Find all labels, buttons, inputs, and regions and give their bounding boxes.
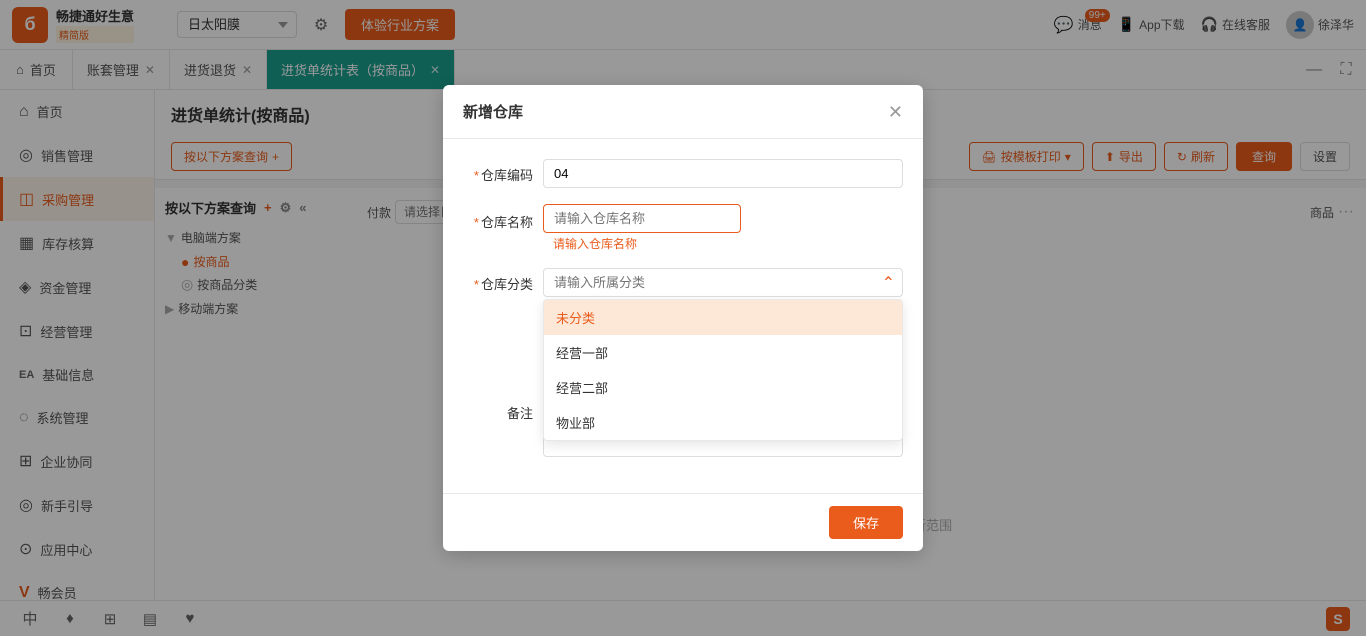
warehouse-name-row: 仓库名称 请输入仓库名称 [463,204,903,252]
remark-label: 备注 [463,397,543,422]
dropdown-item-unclassified[interactable]: 未分类 [544,300,902,335]
modal-close-button[interactable]: ✕ [888,103,903,121]
name-error-message: 请输入仓库名称 [553,235,637,252]
warehouse-category-row: 仓库分类 ⌃ 未分类 经营一部 经营二部 物业部 [463,268,903,297]
modal-title: 新增仓库 [463,101,523,122]
category-select-wrap: ⌃ 未分类 经营一部 经营二部 物业部 [543,268,903,297]
warehouse-code-row: 仓库编码 [463,159,903,188]
modal-footer: 保存 [443,493,923,551]
warehouse-code-input[interactable] [543,159,903,188]
new-warehouse-modal: 新增仓库 ✕ 仓库编码 仓库名称 请输入仓库名称 仓库分类 ⌃ 未分类 [443,85,923,551]
category-label: 仓库分类 [463,268,543,293]
warehouse-name-input[interactable] [543,204,741,233]
name-label: 仓库名称 [463,206,543,231]
dropdown-item-operations2[interactable]: 经营二部 [544,370,902,405]
modal-header: 新增仓库 ✕ [443,85,923,139]
modal-body: 仓库编码 仓库名称 请输入仓库名称 仓库分类 ⌃ 未分类 经营一部 经营二部 [443,139,923,493]
dropdown-item-property[interactable]: 物业部 [544,405,902,440]
save-button[interactable]: 保存 [829,506,903,539]
dropdown-item-operations1[interactable]: 经营一部 [544,335,902,370]
category-input[interactable] [543,268,903,297]
category-dropdown: 未分类 经营一部 经营二部 物业部 [543,299,903,441]
code-label: 仓库编码 [463,159,543,184]
